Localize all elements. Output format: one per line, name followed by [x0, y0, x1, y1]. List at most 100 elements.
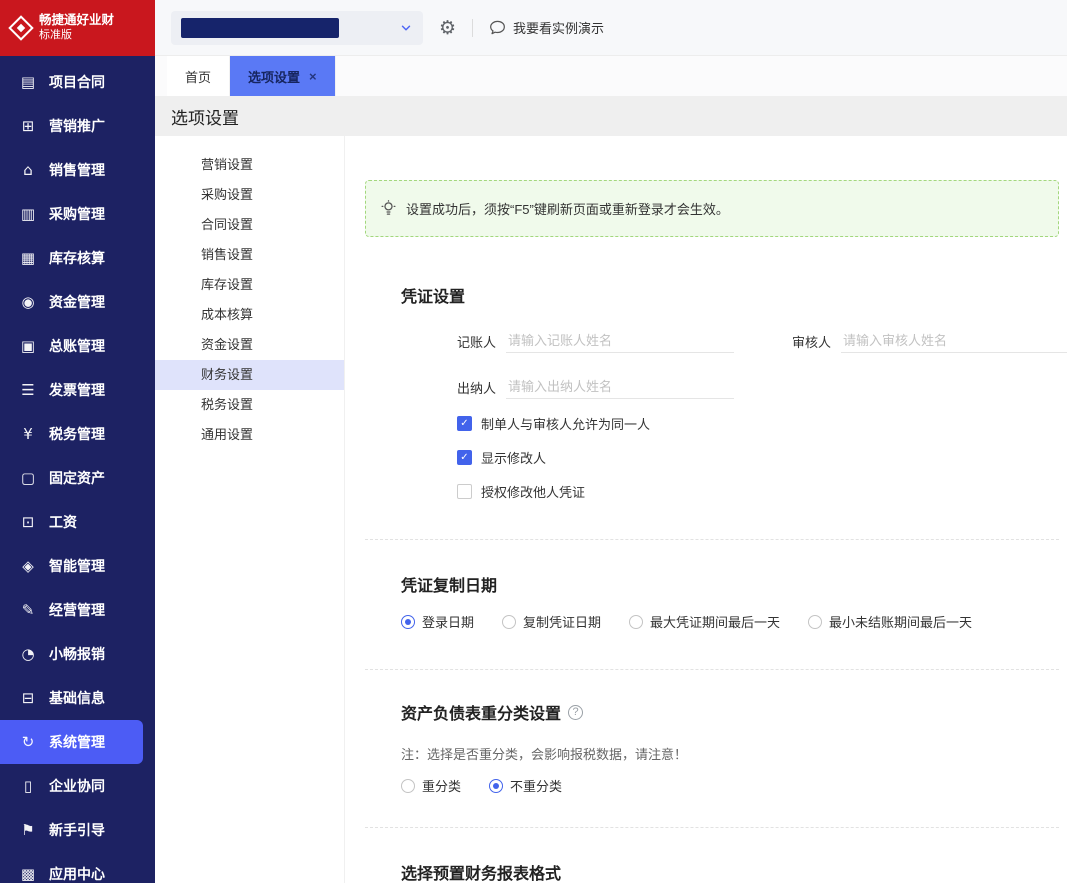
- checkbox-show-modifier[interactable]: ✓ 显示修改人: [457, 448, 1059, 467]
- settings-menu-item-tax-settings[interactable]: 税务设置: [155, 390, 344, 420]
- company-name-redacted: [181, 17, 339, 38]
- checkbox-same-person-box[interactable]: ✓: [457, 416, 472, 431]
- sidebar-item-app-center[interactable]: ▩ 应用中心: [0, 852, 155, 883]
- radio-min-unclosed-period-last-day-dot: [808, 614, 823, 629]
- sidebar-item-label: 基础信息: [49, 690, 105, 706]
- sidebar-item-label: 销售管理: [49, 162, 105, 178]
- tab-options-settings[interactable]: 选项设置 ×: [230, 56, 336, 96]
- sales-mgmt-icon: ⌂: [23, 161, 33, 179]
- payroll-icon: ⊡: [21, 513, 35, 531]
- settings-menu-item-contract-settings[interactable]: 合同设置: [155, 210, 344, 240]
- radio-label: 重分类: [422, 779, 462, 794]
- sidebar-item-label: 工资: [49, 514, 77, 530]
- fixed-assets-icon: ▢: [20, 469, 36, 487]
- radio-reclassify[interactable]: 重分类: [401, 776, 461, 795]
- close-icon[interactable]: ×: [309, 69, 317, 84]
- checkbox-label: 显示修改人: [481, 451, 547, 466]
- section-title-report-format: 选择预置财务报表格式: [401, 866, 562, 883]
- settings-menu-item-marketing-settings[interactable]: 营销设置: [155, 150, 344, 180]
- sidebar-item-tax-mgmt[interactable]: ¥ 税务管理: [0, 412, 155, 456]
- sidebar-item-sales-mgmt[interactable]: ⌂ 销售管理: [0, 148, 155, 192]
- sidebar-item-label: 采购管理: [49, 206, 105, 222]
- brand-name: 畅捷通好业财: [39, 13, 115, 28]
- radio-no-reclassify[interactable]: 不重分类: [489, 776, 562, 795]
- checkbox-show-modifier-box[interactable]: ✓: [457, 450, 472, 465]
- sidebar-item-invoice-mgmt[interactable]: ☰ 发票管理: [0, 368, 155, 412]
- settings-menu-item-general-settings[interactable]: 通用设置: [155, 420, 344, 450]
- reclassify-options: 重分类 不重分类: [401, 776, 1059, 795]
- basic-info-icon: ⊟: [21, 689, 35, 707]
- reviewer-field: 审核人: [792, 329, 1067, 353]
- checkbox-same-person[interactable]: ✓ 制单人与审核人允许为同一人: [457, 414, 1059, 433]
- radio-max-period-last-day[interactable]: 最大凭证期间最后一天: [629, 612, 780, 631]
- general-ledger-icon: ▣: [20, 337, 36, 355]
- settings-menu: 营销设置 采购设置 合同设置 销售设置 库存设置 成本核算 资金设置 财务设置 税务设置 通用设置: [155, 136, 345, 883]
- chevron-down-icon: [401, 25, 411, 30]
- lightbulb-icon: [381, 200, 396, 215]
- tab-label: 选项设置: [248, 69, 301, 85]
- sidebar-item-label: 项目合同: [49, 74, 105, 90]
- sidebar-item-general-ledger[interactable]: ▣ 总账管理: [0, 324, 155, 368]
- form-row: 记账人 审核人: [457, 329, 1067, 353]
- settings-panel: 设置成功后，须按“F5”键刷新页面或重新登录才会生效。 凭证设置 记账人 审核人出…: [345, 136, 1067, 883]
- radio-label: 最小未结账期间最后一天: [829, 615, 973, 630]
- sidebar-item-project-contract[interactable]: ▤ 项目合同: [0, 60, 155, 104]
- section-divider: [365, 669, 1059, 670]
- form-row: 出纳人: [457, 375, 1059, 399]
- sidebar-item-label: 资金管理: [49, 294, 105, 310]
- settings-gear-button[interactable]: ⚙: [439, 17, 456, 39]
- voucher-fields: 记账人 审核人出纳人: [365, 329, 1067, 399]
- sidebar-item-beginner-guide[interactable]: ⚑ 新手引导: [0, 808, 155, 852]
- sidebar-item-label: 新手引导: [49, 822, 105, 838]
- tab-bar: 首页 选项设置 ×: [155, 56, 1067, 96]
- tab-home[interactable]: 首页: [167, 56, 231, 96]
- sidebar-item-xiaochang-expense[interactable]: ◔ 小畅报销: [0, 632, 155, 676]
- radio-label: 登录日期: [422, 615, 475, 630]
- sidebar-item-basic-info[interactable]: ⊟ 基础信息: [0, 676, 155, 720]
- tab-label: 首页: [185, 69, 212, 85]
- radio-login-date-dot: [401, 614, 415, 629]
- settings-menu-item-sales-settings[interactable]: 销售设置: [155, 240, 344, 270]
- reviewer-input[interactable]: [841, 329, 1067, 353]
- notice-banner: 设置成功后，须按“F5”键刷新页面或重新登录才会生效。: [365, 180, 1059, 237]
- sidebar: 畅捷通好业财 标准版 ▤ 项目合同 ⊞ 营销推广 ⌂ 销售管理 ▥ 采购管理 ▦ 库存核算 ◉ 资金管…: [0, 0, 155, 883]
- xiaochang-expense-icon: ◔: [21, 645, 35, 663]
- radio-copy-voucher-date[interactable]: 复制凭证日期: [502, 612, 601, 631]
- settings-menu-item-inventory-settings[interactable]: 库存设置: [155, 270, 344, 300]
- sidebar-item-smart-mgmt[interactable]: ◈ 智能管理: [0, 544, 155, 588]
- sidebar-item-system-mgmt[interactable]: ↻ 系统管理: [0, 720, 143, 764]
- bookkeeper-input[interactable]: [506, 329, 735, 353]
- beginner-guide-icon: ⚑: [21, 821, 35, 839]
- settings-menu-item-cost-accounting[interactable]: 成本核算: [155, 300, 344, 330]
- brand-logo-icon: [8, 15, 34, 41]
- brand-logo: 畅捷通好业财 标准版: [0, 0, 155, 56]
- company-selector[interactable]: [171, 10, 423, 45]
- sidebar-item-inventory-accounting[interactable]: ▦ 库存核算: [0, 236, 155, 280]
- sidebar-item-business-mgmt[interactable]: ✎ 经营管理: [0, 588, 155, 632]
- sidebar-item-enterprise-collab[interactable]: ▯ 企业协同: [0, 764, 155, 808]
- sidebar-item-marketing-promo[interactable]: ⊞ 营销推广: [0, 104, 155, 148]
- funds-mgmt-icon: ◉: [21, 293, 35, 311]
- sidebar-item-label: 总账管理: [49, 338, 105, 354]
- sidebar-item-funds-mgmt[interactable]: ◉ 资金管理: [0, 280, 155, 324]
- settings-menu-item-finance-settings[interactable]: 财务设置: [155, 360, 344, 390]
- sidebar-item-fixed-assets[interactable]: ▢ 固定资产: [0, 456, 155, 500]
- business-mgmt-icon: ✎: [21, 601, 35, 619]
- checkbox-authorize-modify-others[interactable]: 授权修改他人凭证: [457, 482, 1059, 501]
- checkbox-authorize-modify-others-box[interactable]: [457, 484, 472, 499]
- sidebar-nav: ▤ 项目合同 ⊞ 营销推广 ⌂ 销售管理 ▥ 采购管理 ▦ 库存核算 ◉ 资金管理 ▣ 总账管理 ☰ 发票管理…: [0, 56, 155, 883]
- sidebar-item-label: 经营管理: [49, 602, 105, 618]
- radio-login-date[interactable]: 登录日期: [401, 612, 474, 631]
- help-icon[interactable]: ?: [568, 704, 584, 720]
- demo-link[interactable]: 我要看实例演示: [489, 18, 604, 37]
- sidebar-item-purchase-mgmt[interactable]: ▥ 采购管理: [0, 192, 155, 236]
- settings-menu-item-purchase-settings[interactable]: 采购设置: [155, 180, 344, 210]
- cashier-input[interactable]: [506, 375, 735, 399]
- sidebar-item-label: 税务管理: [49, 426, 105, 442]
- brand-edition: 标准版: [39, 28, 72, 41]
- purchase-mgmt-icon: ▥: [20, 205, 36, 223]
- sidebar-item-payroll[interactable]: ⊡ 工资: [0, 500, 155, 544]
- settings-menu-item-funds-settings[interactable]: 资金设置: [155, 330, 344, 360]
- tax-mgmt-icon: ¥: [23, 425, 33, 443]
- radio-min-unclosed-period-last-day[interactable]: 最小未结账期间最后一天: [808, 612, 972, 631]
